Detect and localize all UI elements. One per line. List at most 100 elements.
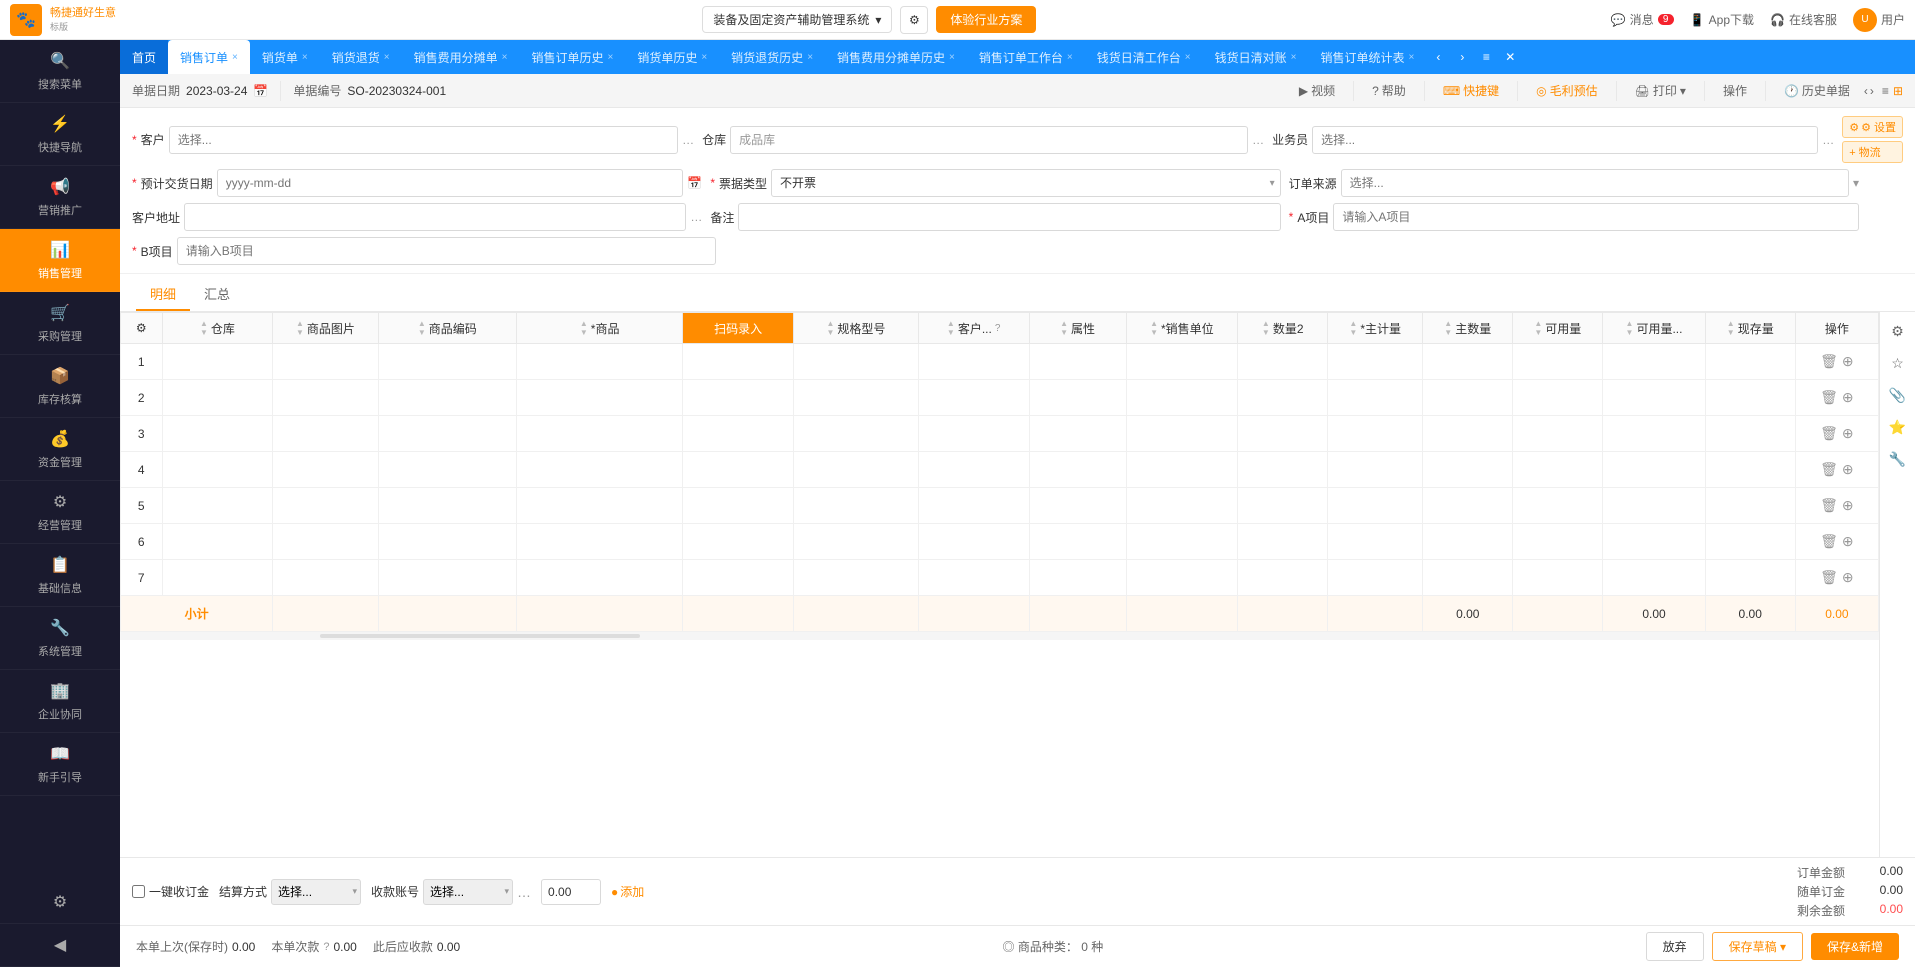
account-more-icon[interactable]: … <box>517 884 531 900</box>
one-click-checkbox-input[interactable] <box>132 885 145 898</box>
delivery-cal-icon[interactable]: 📅 <box>687 176 702 190</box>
warehouse-input[interactable] <box>730 126 1248 154</box>
tab-sales-return[interactable]: 销货单 × <box>250 40 320 74</box>
tab-close-sales-refund[interactable]: × <box>384 52 390 63</box>
order-source-chevron-icon[interactable]: ▾ <box>1853 176 1859 190</box>
grid-view-icon[interactable]: ⊞ <box>1893 84 1903 98</box>
row7-delete-btn[interactable]: 🗑 <box>1818 569 1840 585</box>
tab-close-sales-refund-history[interactable]: × <box>807 52 813 63</box>
tab-sales-stats[interactable]: 销售订单统计表 × <box>1308 40 1426 74</box>
customer-input[interactable] <box>169 126 678 154</box>
row3-copy-btn[interactable]: ⊕ <box>1840 425 1856 441</box>
tab-close-cashflow-daily[interactable]: × <box>1185 52 1191 63</box>
row4-delete-btn[interactable]: 🗑 <box>1818 461 1840 477</box>
addr-more-icon[interactable]: … <box>690 210 702 224</box>
sidebar-item-basics[interactable]: 📋 基础信息 <box>0 544 120 607</box>
row6-copy-btn[interactable]: ⊕ <box>1840 533 1856 549</box>
settings-icon[interactable]: ⚙ <box>900 6 928 34</box>
tab-sales-order[interactable]: 销售订单 × <box>168 40 250 74</box>
sidebar-item-marketing[interactable]: 📢 营销推广 <box>0 166 120 229</box>
detail-tab-summary[interactable]: 汇总 <box>190 280 244 311</box>
warehouse-more-icon[interactable]: … <box>1252 133 1264 147</box>
tab-close-sales-fee[interactable]: × <box>502 52 508 63</box>
sidebar-collapse-btn[interactable]: ◀ <box>0 924 120 967</box>
user-menu[interactable]: U 用户 <box>1853 8 1905 32</box>
save-draft-button[interactable]: 保存草稿 ▾ <box>1712 932 1803 961</box>
tab-sales-fee-history[interactable]: 销售费用分摊单历史 × <box>825 40 967 74</box>
tab-sales-return-history[interactable]: 销货单历史 × <box>625 40 719 74</box>
delivery-date-input[interactable] <box>217 169 684 197</box>
tab-close-sales-order-history[interactable]: × <box>607 52 613 63</box>
add-link[interactable]: ● 添加 <box>611 883 644 900</box>
date-value[interactable]: 2023-03-24 <box>186 84 247 98</box>
avail2-sort[interactable]: ▲▼ <box>1626 319 1634 337</box>
messages-btn[interactable]: 💬 消息 9 <box>1611 11 1674 28</box>
invoice-type-select[interactable]: 不开票 增值税专票 增值税普票 <box>771 169 1281 197</box>
one-click-payment-checkbox[interactable]: 一键收订金 <box>132 883 209 900</box>
sidebar-item-quick-nav[interactable]: ⚡ 快捷导航 <box>0 103 120 166</box>
row2-delete-btn[interactable]: 🗑 <box>1818 389 1840 405</box>
row3-delete-btn[interactable]: 🗑 <box>1818 425 1840 441</box>
code-sort[interactable]: ▲▼ <box>418 319 426 337</box>
cust-help-icon[interactable]: ? <box>995 323 1001 334</box>
row6-delete-btn[interactable]: 🗑 <box>1818 533 1840 549</box>
row5-delete-btn[interactable]: 🗑 <box>1818 497 1840 513</box>
customer-addr-input[interactable] <box>184 203 686 231</box>
tab-menu-btn[interactable]: ≡ <box>1474 40 1498 74</box>
sidebar-item-operations[interactable]: ⚙ 经营管理 <box>0 481 120 544</box>
shortcuts-btn[interactable]: ⌨ 快捷键 <box>1437 80 1505 101</box>
cust-sort[interactable]: ▲▼ <box>947 319 955 337</box>
sidebar-item-sales[interactable]: 📊 销售管理 <box>0 229 120 292</box>
rp-btn-1[interactable]: ⚙ <box>1883 316 1913 346</box>
tab-close-sales-return-history[interactable]: × <box>701 52 707 63</box>
sidebar-item-system[interactable]: 🔧 系统管理 <box>0 607 120 670</box>
discard-button[interactable]: 放弃 <box>1646 932 1704 961</box>
amount-input[interactable] <box>541 879 601 905</box>
payment-method-select[interactable]: 选择... <box>271 879 361 905</box>
profit-btn[interactable]: ◎ 毛利预估 <box>1530 80 1604 101</box>
sidebar-item-purchase[interactable]: 🛒 采购管理 <box>0 292 120 355</box>
row1-copy-btn[interactable]: ⊕ <box>1840 353 1856 369</box>
tab-cashflow-reconcile[interactable]: 钱货日清对账 × <box>1203 40 1309 74</box>
detail-tab-detail[interactable]: 明细 <box>136 280 190 311</box>
tab-close-sales-order[interactable]: × <box>232 52 238 63</box>
tab-close-sales-order-workbench[interactable]: × <box>1067 52 1073 63</box>
customer-more-icon[interactable]: … <box>682 133 694 147</box>
spec-sort[interactable]: ▲▼ <box>826 319 834 337</box>
online-service-btn[interactable]: 🎧 在线客服 <box>1770 11 1837 28</box>
th-gear-icon[interactable]: ⚙ <box>136 321 147 335</box>
help-btn[interactable]: ? 帮助 <box>1366 80 1412 101</box>
operations-btn[interactable]: 操作 <box>1717 80 1753 101</box>
rp-btn-4[interactable]: ⭐ <box>1883 412 1913 442</box>
sidebar-item-finance[interactable]: 💰 资金管理 <box>0 418 120 481</box>
tab-close-sales-fee-history[interactable]: × <box>949 52 955 63</box>
remark-input[interactable] <box>738 203 1280 231</box>
nav-prev-icon[interactable]: ‹ <box>1864 84 1868 98</box>
tab-prev-btn[interactable]: ‹ <box>1426 40 1450 74</box>
tab-close-cashflow-reconcile[interactable]: × <box>1291 52 1297 63</box>
tab-close-sales-return[interactable]: × <box>302 52 308 63</box>
sidebar-item-search[interactable]: 🔍 搜索菜单 <box>0 40 120 103</box>
row1-delete-btn[interactable]: 🗑 <box>1818 353 1840 369</box>
table-scroll-thumb[interactable] <box>320 634 640 638</box>
sidebar-item-enterprise[interactable]: 🏢 企业协同 <box>0 670 120 733</box>
a-project-input[interactable] <box>1333 203 1859 231</box>
system-selector[interactable]: 装备及固定资产辅助管理系统 ▾ <box>702 6 892 33</box>
tab-sales-order-workbench[interactable]: 销售订单工作台 × <box>967 40 1085 74</box>
row2-copy-btn[interactable]: ⊕ <box>1840 389 1856 405</box>
avail-sort[interactable]: ▲▼ <box>1534 319 1542 337</box>
main-unit-sort[interactable]: ▲▼ <box>1349 319 1357 337</box>
view-video-btn[interactable]: ▶ 视频 <box>1293 80 1341 101</box>
tab-cashflow-daily[interactable]: 钱货日清工作台 × <box>1085 40 1203 74</box>
row4-copy-btn[interactable]: ⊕ <box>1840 461 1856 477</box>
tab-next-btn[interactable]: › <box>1450 40 1474 74</box>
solution-button[interactable]: 体验行业方案 <box>936 6 1036 33</box>
table-scrollbar[interactable] <box>120 632 1879 640</box>
salesperson-more-icon[interactable]: … <box>1822 133 1834 147</box>
rp-btn-3[interactable]: 📎 <box>1883 380 1913 410</box>
image-sort[interactable]: ▲▼ <box>296 319 304 337</box>
app-download-btn[interactable]: 📱 App下载 <box>1690 11 1754 28</box>
warehouse-sort[interactable]: ▲▼ <box>200 319 208 337</box>
sidebar-settings-btn[interactable]: ⚙ <box>0 881 120 924</box>
salesperson-input[interactable] <box>1312 126 1818 154</box>
